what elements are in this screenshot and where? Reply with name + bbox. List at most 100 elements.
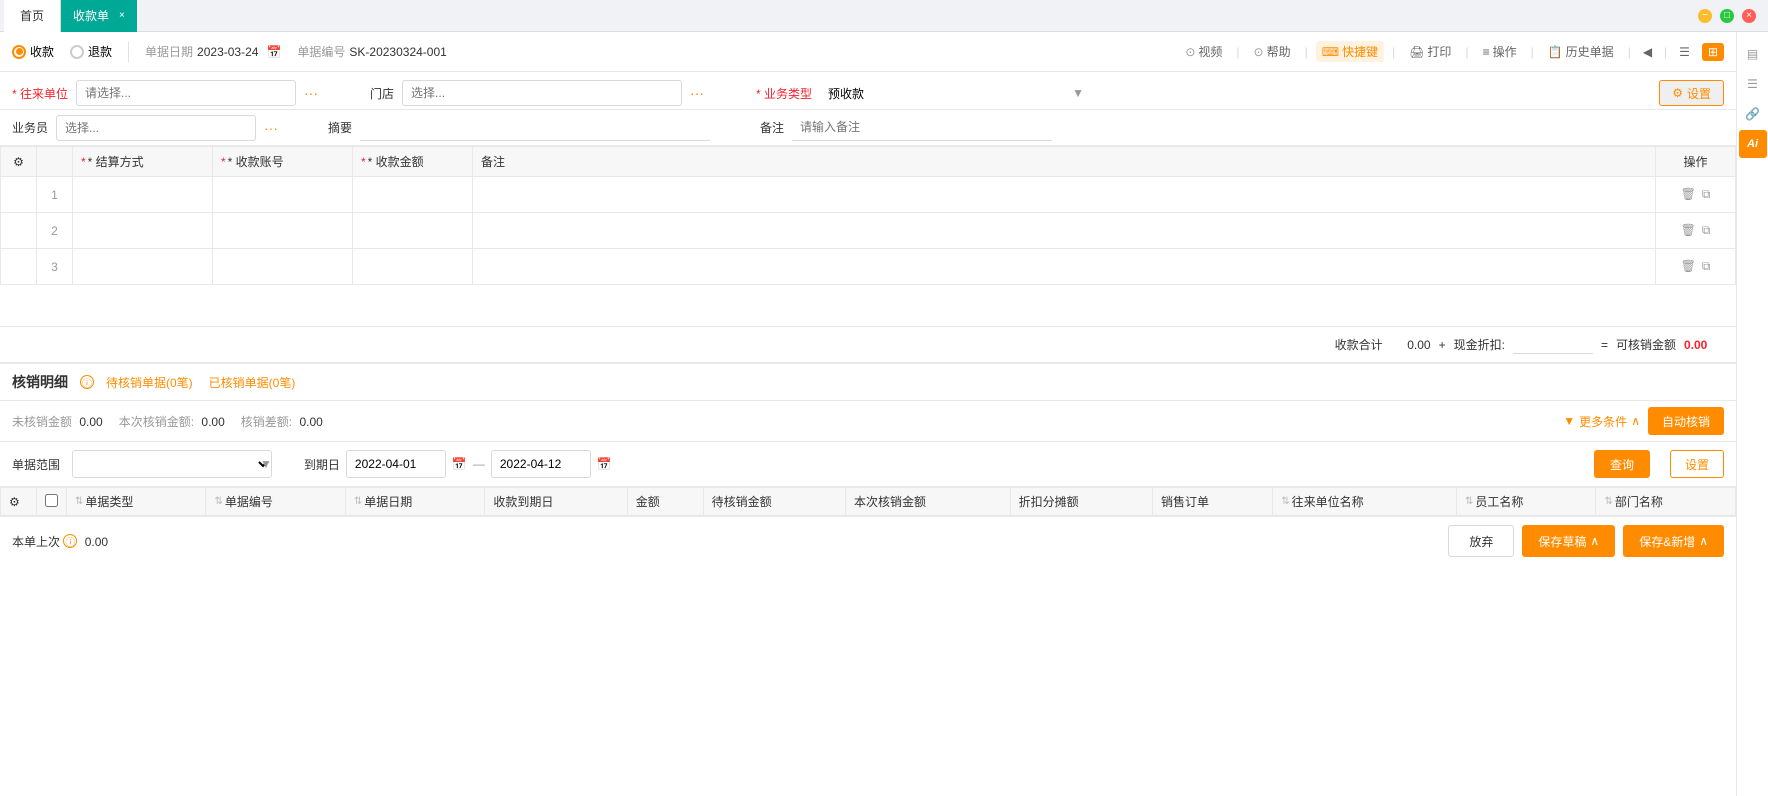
row1-copy-icon[interactable]: ⧉ <box>1702 187 1711 202</box>
range-label: 单据范围 <box>12 456 60 473</box>
row1-delete-icon[interactable]: 🗑 <box>1681 187 1696 202</box>
shortcut-icon: ⌨ <box>1322 45 1339 59</box>
filter-row: 单据范围 ▼ 到期日 📅 — 📅 查询 设置 <box>0 442 1736 487</box>
store-input[interactable] <box>402 80 682 106</box>
save-draft-dropdown-icon[interactable]: ∧ <box>1590 534 1599 548</box>
settings-button[interactable]: ⚙ 设置 <box>1659 80 1724 106</box>
operations-btn[interactable]: ≡ 操作 <box>1477 41 1523 62</box>
tab-receipt[interactable]: 收款单 × <box>61 0 137 32</box>
btcol-current: 本次核销金额 <box>845 488 1010 516</box>
row1-amount[interactable] <box>353 177 473 213</box>
business-type-dropdown[interactable]: ▼ <box>1072 86 1084 100</box>
plus-sign: + <box>1439 338 1446 352</box>
row1-account[interactable] <box>213 177 353 213</box>
auto-verify-btn[interactable]: 自动核销 <box>1648 407 1724 435</box>
remark-row-form: 备注 <box>760 115 1052 141</box>
staff-label: 业务员 <box>12 119 48 136</box>
counterpart-more-btn[interactable]: ··· <box>304 85 318 101</box>
history-icon: 📋 <box>1548 45 1563 59</box>
help-btn[interactable]: ⊙ 帮助 <box>1248 41 1297 62</box>
counterpart-input[interactable] <box>76 80 296 106</box>
btcol-settings[interactable]: ⚙ <box>1 488 37 516</box>
btcol-dept: ⇅部门名称 <box>1596 488 1736 516</box>
window-min-button[interactable]: − <box>1698 9 1712 23</box>
history-btn[interactable]: 📋 历史单据 <box>1542 41 1620 62</box>
doc-date-label: 单据日期 <box>145 43 193 60</box>
current-label: 本次核销金额: <box>119 415 194 429</box>
btcol-checkbox[interactable] <box>37 488 67 516</box>
row1-method[interactable] <box>73 177 213 213</box>
btcol-no: ⇅单据编号 <box>206 488 345 516</box>
list-view-btn[interactable]: ☰ <box>1675 43 1694 61</box>
save-new-btn[interactable]: 保存&新增 ∧ <box>1623 525 1724 557</box>
total-label: 收款合计 <box>1335 336 1383 353</box>
col-operations-header: 操作 <box>1656 147 1736 177</box>
row2-delete-icon[interactable]: 🗑 <box>1681 223 1696 238</box>
row3-delete-icon[interactable]: 🗑 <box>1681 259 1696 274</box>
refund-radio[interactable]: 退款 <box>70 43 112 60</box>
btcol-staff: ⇅员工名称 <box>1457 488 1596 516</box>
toolbar: 收款 退款 单据日期 2023-03-24 📅 单据编号 SK-20230324… <box>0 32 1736 72</box>
main-table: ⚙ ** 结算方式 ** 收款账号 ** 收款金额 备注 操作 <box>0 146 1736 285</box>
footer-info-icon[interactable]: ⓘ <box>63 534 77 548</box>
business-type-label: * 业务类型 <box>756 85 812 102</box>
row1-actions: 🗑 ⧉ <box>1656 177 1736 213</box>
remark-input[interactable] <box>792 115 1052 141</box>
print-icon: 🖨 <box>1409 45 1424 59</box>
current-value: 0.00 <box>201 415 224 429</box>
filter-icon: ▼ <box>1563 414 1575 428</box>
receipt-refund-radio: 收款 退款 <box>12 43 112 60</box>
verify-info-icon[interactable]: ⓘ <box>80 375 94 389</box>
settings-verify-btn[interactable]: 设置 <box>1670 450 1724 478</box>
row3-copy-icon[interactable]: ⧉ <box>1702 259 1711 274</box>
save-new-dropdown-icon[interactable]: ∧ <box>1699 534 1708 548</box>
print-btn[interactable]: 🖨 打印 <box>1403 41 1457 62</box>
shortcut-btn[interactable]: ⌨ 快捷键 <box>1316 41 1384 62</box>
receipt-radio[interactable]: 收款 <box>12 43 54 60</box>
staff-input[interactable] <box>56 115 256 141</box>
verify-stats: 未核销金额 0.00 本次核销金额: 0.00 核销差额: 0.00 ▼ 更多条… <box>0 401 1736 442</box>
discard-btn[interactable]: 放弃 <box>1448 525 1514 557</box>
summary-label: 摘要 <box>328 119 352 136</box>
grid-view-btn[interactable]: ⊞ <box>1702 43 1724 61</box>
col-settings-header[interactable]: ⚙ <box>1 147 37 177</box>
done-tab[interactable]: 已核销单据(0笔) <box>209 374 296 391</box>
unchecked-value: 0.00 <box>79 415 102 429</box>
row1-num: 1 <box>37 177 73 213</box>
select-all-checkbox[interactable] <box>45 494 58 507</box>
more-conditions-btn[interactable]: ▼ 更多条件 ∧ <box>1563 413 1640 430</box>
date-to-input[interactable] <box>491 450 591 478</box>
unchecked-stat: 未核销金额 0.00 <box>12 413 103 430</box>
calendar-icon[interactable]: 📅 <box>266 45 281 59</box>
pending-tab[interactable]: 待核销单据(0笔) <box>106 374 193 391</box>
cal-to-icon[interactable]: 📅 <box>597 457 612 471</box>
window-max-button[interactable]: □ <box>1720 9 1734 23</box>
prev-btn[interactable]: ◀ <box>1639 43 1656 61</box>
total-value: 0.00 <box>1391 338 1431 352</box>
sidebar-icon-ai[interactable]: Ai <box>1739 130 1767 158</box>
receipt-radio-label: 收款 <box>30 43 54 60</box>
window-close-button[interactable]: × <box>1742 9 1756 23</box>
sidebar-icon-link[interactable]: 🔗 <box>1739 100 1767 128</box>
save-draft-btn[interactable]: 保存草稿 ∧ <box>1522 525 1615 557</box>
cal-from-icon[interactable]: 📅 <box>452 457 467 471</box>
staff-more-btn[interactable]: ··· <box>264 120 278 136</box>
video-btn[interactable]: ⊙ 视频 <box>1179 41 1228 62</box>
summary-input[interactable] <box>360 115 710 141</box>
range-select[interactable] <box>72 450 272 478</box>
query-btn[interactable]: 查询 <box>1594 450 1650 478</box>
row2-copy-icon[interactable]: ⧉ <box>1702 223 1711 238</box>
staff-row: 业务员 ··· <box>12 115 278 141</box>
date-from-input[interactable] <box>346 450 446 478</box>
row1-settings <box>1 177 37 213</box>
store-more-btn[interactable]: ··· <box>690 85 704 101</box>
btcol-pending: 待核销金额 <box>703 488 845 516</box>
sidebar-icon-table[interactable]: ▤ <box>1739 40 1767 68</box>
diff-label: 核销差额: <box>241 415 292 429</box>
tab-home[interactable]: 首页 <box>4 0 61 32</box>
row1-remark[interactable] <box>473 177 1656 213</box>
tab-close-icon[interactable]: × <box>119 10 125 21</box>
sidebar-icon-list[interactable]: ☰ <box>1739 70 1767 98</box>
discount-input[interactable] <box>1513 335 1593 354</box>
help-icon: ⊙ <box>1254 45 1264 59</box>
